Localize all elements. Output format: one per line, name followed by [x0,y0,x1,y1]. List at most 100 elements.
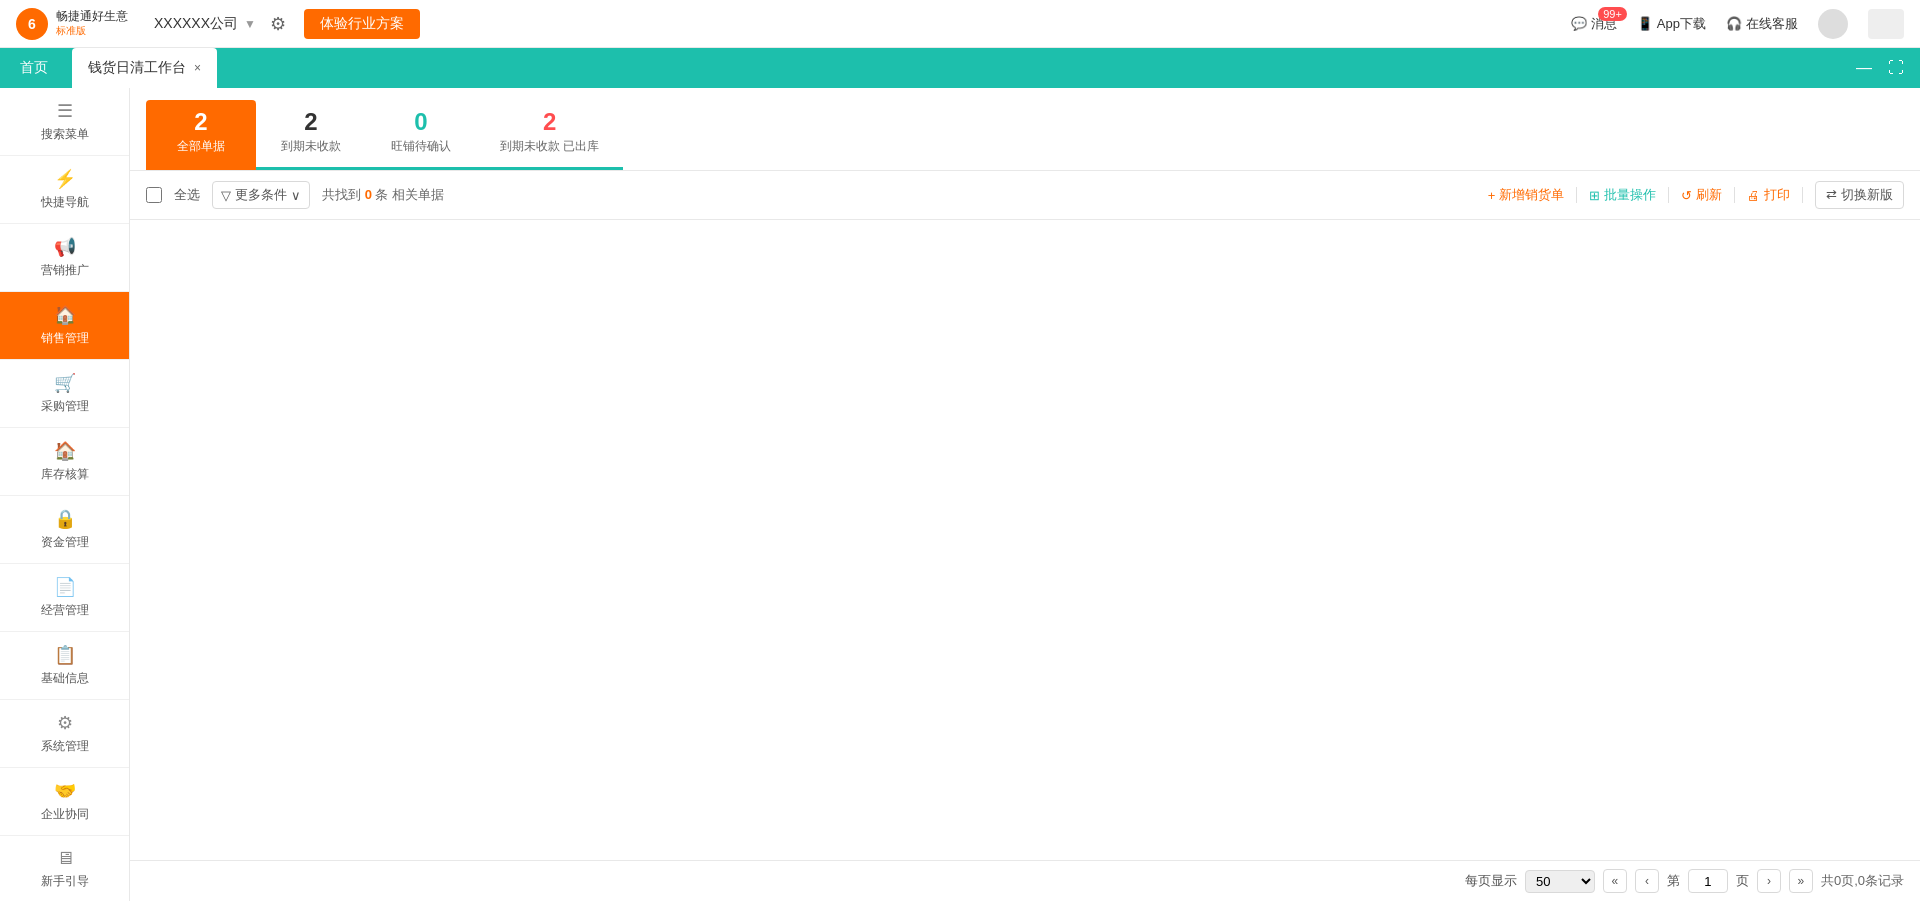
tab-active[interactable]: 钱货日清工作台 × [72,48,217,88]
count-value: 0 [365,187,372,202]
company-dropdown-arrow: ▼ [244,17,256,31]
sales-icon: 🏠 [54,304,76,326]
print-label: 打印 [1764,186,1790,204]
sidebar-item-quick-nav[interactable]: ⚡ 快捷导航 [0,156,129,224]
basic-info-icon: 📋 [54,644,76,666]
tab-home[interactable]: 首页 [0,48,68,88]
system-icon: ⚙ [57,712,73,734]
stat-number-pending: 0 [414,108,427,136]
select-all-label: 全选 [174,186,200,204]
sidebar-item-finance[interactable]: 🔒 资金管理 [0,496,129,564]
toolbar-divider-4 [1802,187,1803,203]
stat-label-all: 全部单据 [177,138,225,155]
filter-icon: ▽ [221,188,231,203]
sidebar-item-purchase[interactable]: 🛒 采购管理 [0,360,129,428]
sidebar-item-label-system: 系统管理 [41,738,89,755]
app-download-label: App下载 [1657,15,1706,33]
experience-button[interactable]: 体验行业方案 [304,9,420,39]
toolbar-divider-1 [1576,187,1577,203]
sidebar-item-label-quick-nav: 快捷导航 [41,194,89,211]
prev-page-button[interactable]: ‹ [1635,869,1659,893]
stat-number-all: 2 [194,108,207,136]
toolbar-divider-2 [1668,187,1669,203]
message-item[interactable]: 💬 消息 99+ [1571,15,1617,33]
count-info: 共找到 0 条 相关单据 [322,186,444,204]
stat-label-shipped: 到期未收款 已出库 [500,138,599,155]
sidebar-item-guide[interactable]: 🖥 新手引导 [0,836,129,901]
select-all-checkbox[interactable] [146,187,162,203]
sidebar-item-label-guide: 新手引导 [41,873,89,890]
app-download-item[interactable]: 📱 App下载 [1637,15,1706,33]
filter-button[interactable]: ▽ 更多条件 ∨ [212,181,310,209]
stat-number-overdue: 2 [304,108,317,136]
company-name: XXXXXX公司 [154,15,238,33]
pagination: 每页显示 50 100 200 « ‹ 第 页 › » 共0页,0条记录 [130,860,1920,901]
sidebar: ☰ 搜索菜单 ⚡ 快捷导航 📢 营销推广 🏠 销售管理 🛒 采购管理 🏠 库存核… [0,88,130,901]
sidebar-item-label-marketing: 营销推广 [41,262,89,279]
sidebar-item-operations[interactable]: 📄 经营管理 [0,564,129,632]
logo-area: 6 畅捷通好生意 标准版 [16,8,146,40]
user-avatar[interactable] [1818,9,1848,39]
add-order-icon: + [1488,188,1496,203]
tab-minimize-button[interactable]: — [1852,56,1876,80]
sidebar-item-label-basic-info: 基础信息 [41,670,89,687]
sidebar-item-sales[interactable]: 🏠 销售管理 [0,292,129,360]
refresh-button[interactable]: ↺ 刷新 [1681,186,1722,204]
company-selector[interactable]: XXXXXX公司 ▼ [154,15,256,33]
inventory-icon: 🏠 [54,440,76,462]
operations-icon: 📄 [54,576,76,598]
sidebar-item-inventory[interactable]: 🏠 库存核算 [0,428,129,496]
logo-sub: 标准版 [56,24,128,38]
sidebar-item-label-search-menu: 搜索菜单 [41,126,89,143]
header-right: 💬 消息 99+ 📱 App下载 🎧 在线客服 [1571,9,1904,39]
purchase-icon: 🛒 [54,372,76,394]
sidebar-item-marketing[interactable]: 📢 营销推广 [0,224,129,292]
tab-close-button[interactable]: × [194,61,201,75]
stat-tabs: 2 全部单据 2 到期未收款 0 旺铺待确认 2 到期未收款 已出库 [130,88,1920,171]
tab-active-label: 钱货日清工作台 [88,59,186,77]
sidebar-item-label-sales: 销售管理 [41,330,89,347]
main-layout: ☰ 搜索菜单 ⚡ 快捷导航 📢 营销推广 🏠 销售管理 🛒 采购管理 🏠 库存核… [0,88,1920,901]
settings-button[interactable]: ⚙ [264,10,292,38]
sidebar-item-enterprise[interactable]: 🤝 企业协同 [0,768,129,836]
print-button[interactable]: 🖨 打印 [1747,186,1790,204]
tab-maximize-button[interactable]: ⛶ [1884,56,1908,80]
add-order-button[interactable]: + 新增销货单 [1488,186,1565,204]
quick-nav-icon: ⚡ [54,168,76,190]
logo-icon: 6 [16,8,48,40]
filter-arrow-icon: ∨ [291,188,301,203]
batch-op-button[interactable]: ⊞ 批量操作 [1589,186,1656,204]
user-name-area[interactable] [1868,9,1904,39]
stat-tab-pending[interactable]: 0 旺铺待确认 [366,100,476,170]
stat-tab-overdue[interactable]: 2 到期未收款 [256,100,366,170]
online-service-icon: 🎧 [1726,16,1742,31]
switch-version-button[interactable]: ⇄ 切换新版 [1815,181,1904,209]
next-page-button[interactable]: › [1757,869,1781,893]
stat-tab-all[interactable]: 2 全部单据 [146,100,256,170]
stat-tab-shipped[interactable]: 2 到期未收款 已出库 [476,100,623,170]
page-suffix: 页 [1736,872,1749,890]
stat-number-shipped: 2 [543,108,556,136]
refresh-icon: ↺ [1681,188,1692,203]
table-area [130,220,1920,860]
add-order-label: 新增销货单 [1499,186,1564,204]
page-number-input[interactable] [1688,869,1728,893]
marketing-icon: 📢 [54,236,76,258]
app-download-icon: 📱 [1637,16,1653,31]
enterprise-icon: 🤝 [54,780,76,802]
total-info: 共0页,0条记录 [1821,872,1904,890]
last-page-button[interactable]: » [1789,869,1813,893]
sidebar-item-system[interactable]: ⚙ 系统管理 [0,700,129,768]
sidebar-item-search-menu[interactable]: ☰ 搜索菜单 [0,88,129,156]
message-icon: 💬 [1571,16,1587,31]
toolbar-right: + 新增销货单 ⊞ 批量操作 ↺ 刷新 🖨 打印 [1488,181,1904,209]
per-page-label: 每页显示 [1465,872,1517,890]
tab-bar-right: — ⛶ [1852,56,1920,80]
per-page-select[interactable]: 50 100 200 [1525,870,1595,893]
stat-label-overdue: 到期未收款 [281,138,341,155]
online-service-item[interactable]: 🎧 在线客服 [1726,15,1798,33]
first-page-button[interactable]: « [1603,869,1627,893]
message-badge: 99+ [1598,7,1627,21]
finance-icon: 🔒 [54,508,76,530]
sidebar-item-basic-info[interactable]: 📋 基础信息 [0,632,129,700]
